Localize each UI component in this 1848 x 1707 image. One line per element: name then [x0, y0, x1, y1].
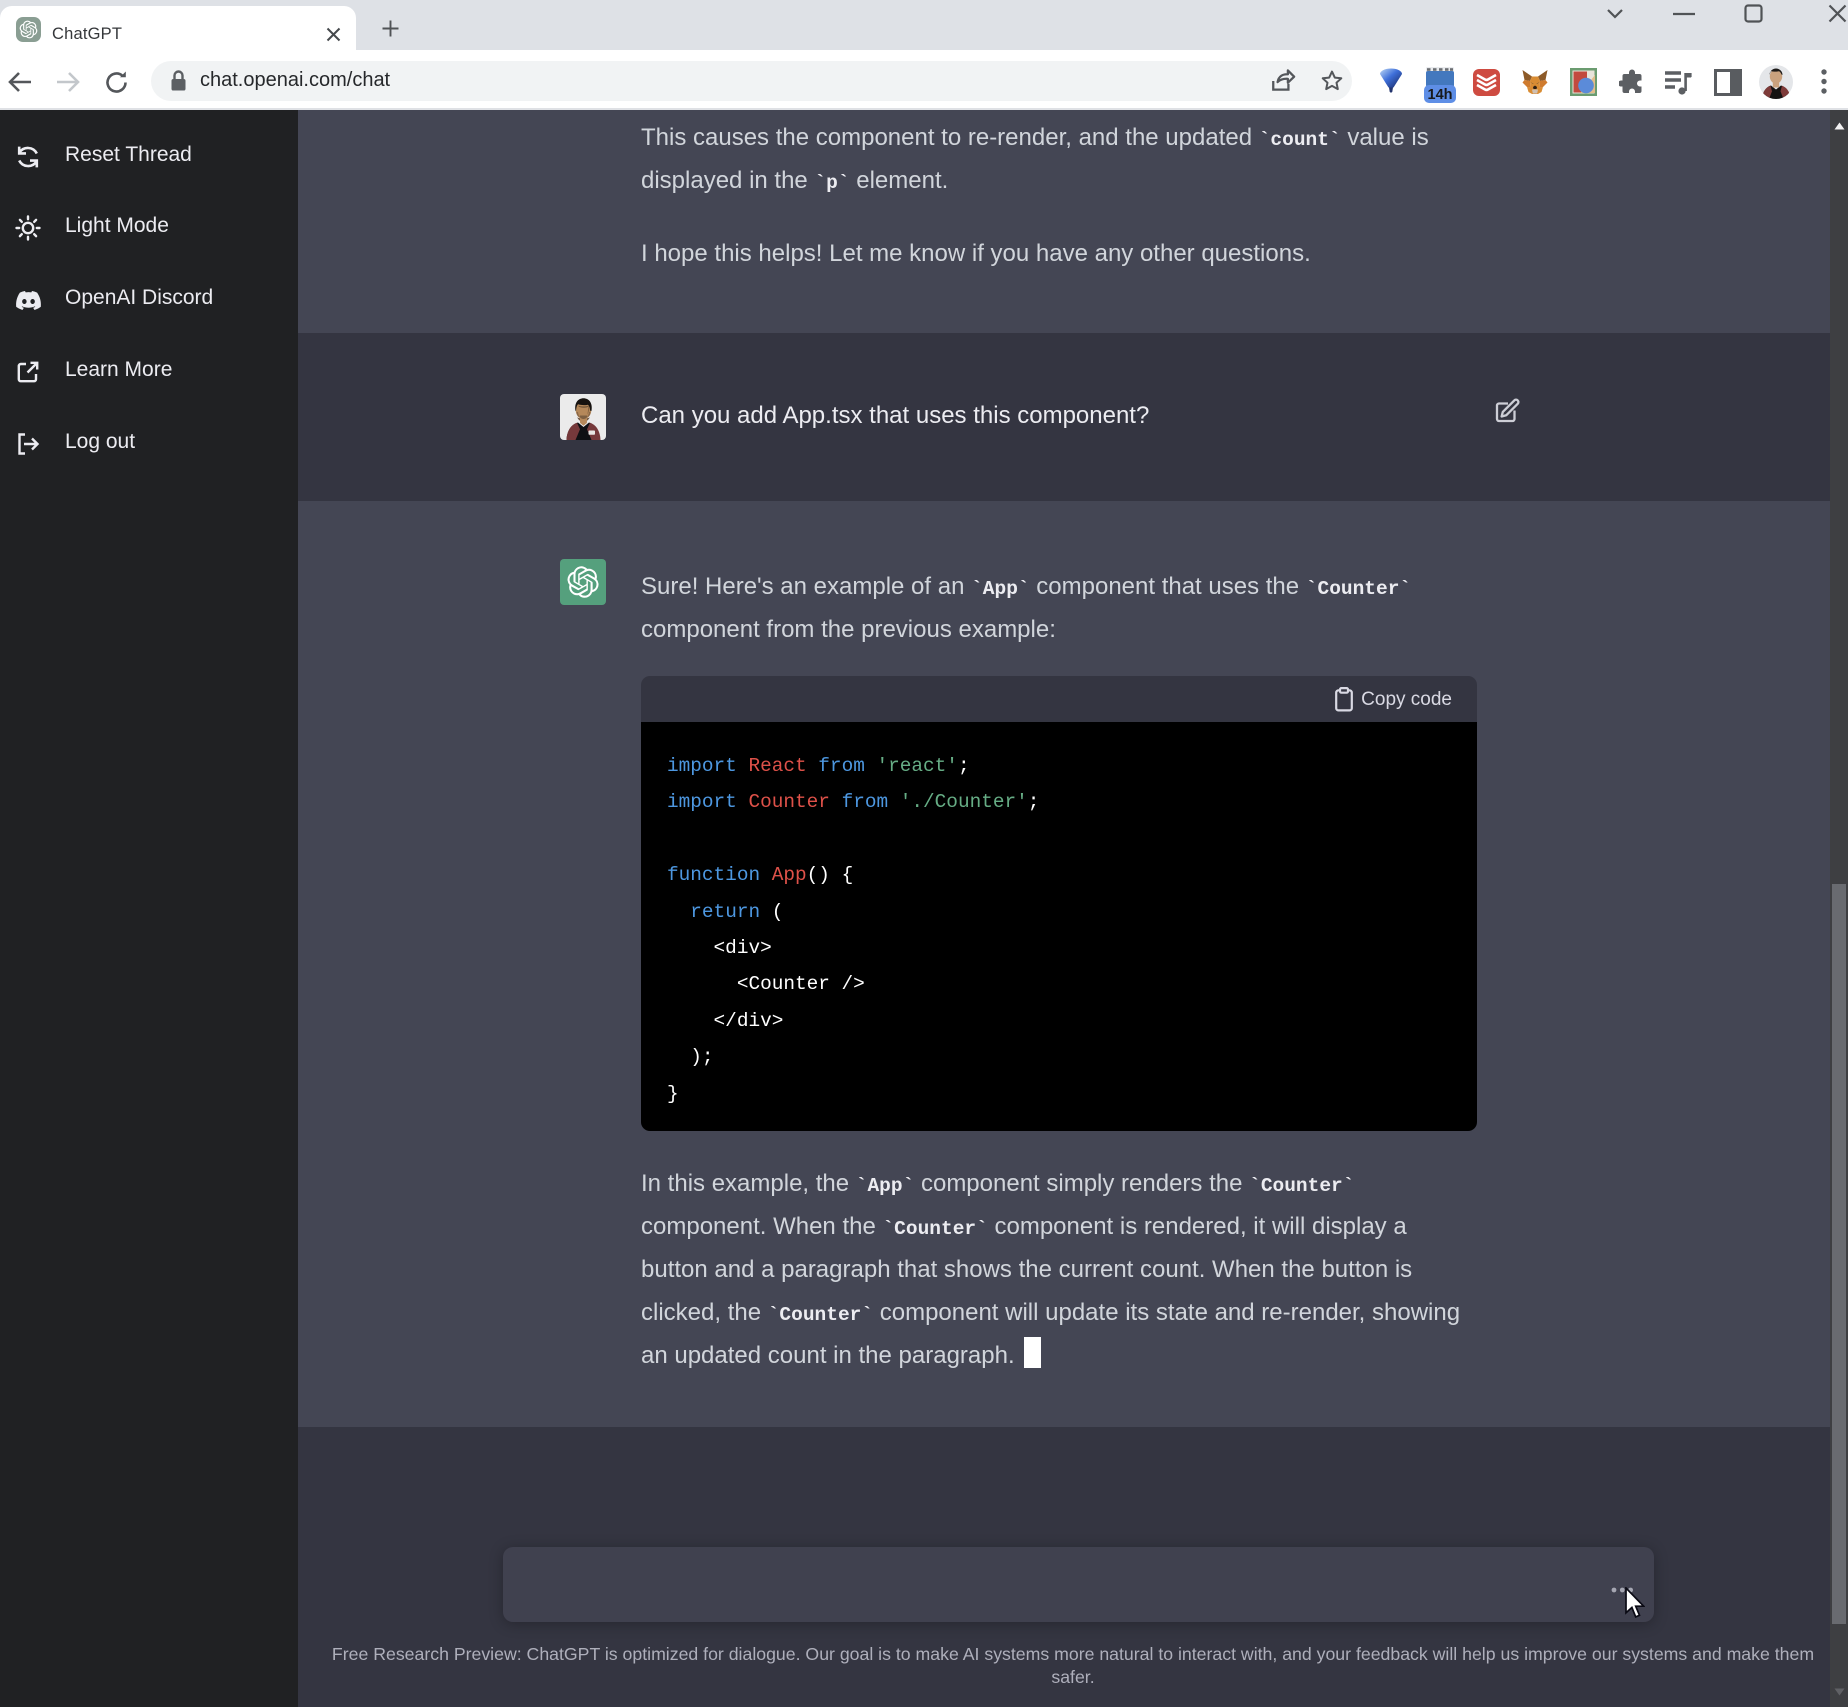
- svg-text:14h: 14h: [1428, 87, 1453, 103]
